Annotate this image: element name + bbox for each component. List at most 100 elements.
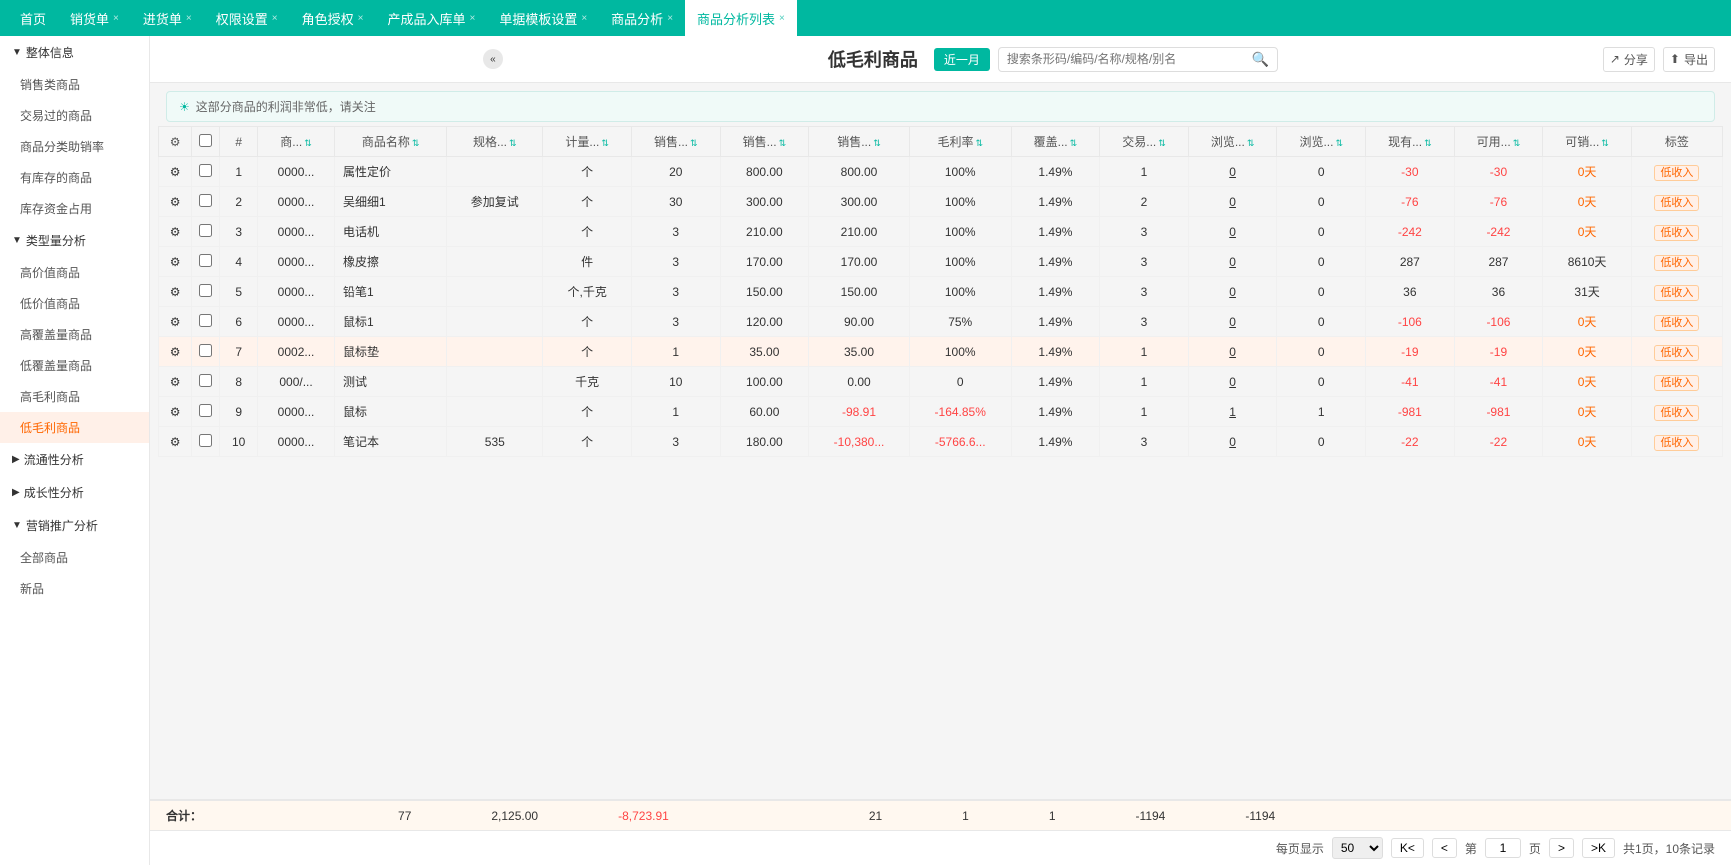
sidebar-section-type-analysis[interactable]: ▼ 类型量分析	[0, 224, 149, 257]
cell-settings[interactable]: ⚙	[159, 337, 192, 367]
per-page-select[interactable]: 50 100	[1332, 837, 1383, 859]
col-sales-price[interactable]: 销售...⇅	[720, 127, 809, 157]
cell-browse1[interactable]: 0	[1188, 157, 1277, 187]
share-button[interactable]: ↗ 分享	[1603, 47, 1655, 72]
col-browse1[interactable]: 浏览...⇅	[1188, 127, 1277, 157]
browse1-link[interactable]: 0	[1229, 165, 1236, 179]
cell-checkbox[interactable]	[192, 187, 220, 217]
sidebar-section-circulation[interactable]: ▶ 流通性分析	[0, 443, 149, 476]
col-settings[interactable]: ⚙	[159, 127, 192, 157]
col-browse2[interactable]: 浏览...⇅	[1277, 127, 1366, 157]
col-sales-qty[interactable]: 销售...⇅	[631, 127, 720, 157]
row-checkbox[interactable]	[199, 254, 212, 267]
gear-icon[interactable]: ⚙	[170, 435, 181, 449]
nav-template-settings-close[interactable]: ×	[581, 13, 587, 24]
col-spec[interactable]: 规格...⇅	[447, 127, 543, 157]
browse1-link[interactable]: 0	[1229, 435, 1236, 449]
gear-icon[interactable]: ⚙	[170, 315, 181, 329]
browse1-link[interactable]: 0	[1229, 345, 1236, 359]
gear-icon[interactable]: ⚙	[170, 375, 181, 389]
nav-permissions-close[interactable]: ×	[272, 13, 278, 24]
nav-product-analysis[interactable]: 商品分析 ×	[599, 0, 685, 36]
nav-product-analysis-close[interactable]: ×	[667, 13, 673, 24]
page-number-input[interactable]	[1485, 838, 1521, 858]
col-name[interactable]: 商品名称⇅	[335, 127, 447, 157]
nav-sales[interactable]: 销货单 ×	[58, 0, 131, 36]
cell-browse1[interactable]: 0	[1188, 427, 1277, 457]
cell-settings[interactable]: ⚙	[159, 247, 192, 277]
search-input[interactable]	[1007, 52, 1252, 66]
col-sales-profit[interactable]: 销售...⇅	[809, 127, 910, 157]
last-page-button[interactable]: >K	[1582, 838, 1615, 858]
cell-checkbox[interactable]	[192, 367, 220, 397]
sidebar-item-high-margin[interactable]: 高毛利商品	[0, 381, 149, 412]
sidebar-section-marketing[interactable]: ▼ 营销推广分析	[0, 509, 149, 542]
cell-checkbox[interactable]	[192, 217, 220, 247]
browse1-link[interactable]: 0	[1229, 195, 1236, 209]
browse1-link[interactable]: 0	[1229, 285, 1236, 299]
cell-settings[interactable]: ⚙	[159, 397, 192, 427]
sidebar-item-stock-capital[interactable]: 库存资金占用	[0, 193, 149, 224]
row-checkbox[interactable]	[199, 434, 212, 447]
row-checkbox[interactable]	[199, 164, 212, 177]
browse1-link[interactable]: 0	[1229, 315, 1236, 329]
search-box[interactable]: 🔍	[998, 47, 1278, 72]
cell-browse1[interactable]: 0	[1188, 277, 1277, 307]
cell-checkbox[interactable]	[192, 247, 220, 277]
row-checkbox[interactable]	[199, 224, 212, 237]
gear-icon[interactable]: ⚙	[170, 405, 181, 419]
cell-checkbox[interactable]	[192, 427, 220, 457]
sidebar-section-growth[interactable]: ▶ 成长性分析	[0, 476, 149, 509]
sidebar-item-high-value[interactable]: 高价值商品	[0, 257, 149, 288]
cell-browse1[interactable]: 0	[1188, 247, 1277, 277]
row-checkbox[interactable]	[199, 314, 212, 327]
gear-icon[interactable]: ⚙	[170, 165, 181, 179]
nav-sales-close[interactable]: ×	[113, 13, 119, 24]
nav-product-analysis-list[interactable]: 商品分析列表 ×	[685, 0, 797, 36]
cell-checkbox[interactable]	[192, 157, 220, 187]
sidebar-item-new-products[interactable]: 新品	[0, 573, 149, 604]
cell-settings[interactable]: ⚙	[159, 277, 192, 307]
nav-product-stock-close[interactable]: ×	[469, 13, 475, 24]
search-icon[interactable]: 🔍	[1251, 51, 1268, 68]
row-checkbox[interactable]	[199, 344, 212, 357]
cell-checkbox[interactable]	[192, 337, 220, 367]
nav-home[interactable]: 首页	[8, 0, 58, 36]
cell-browse1[interactable]: 0	[1188, 307, 1277, 337]
sidebar-item-category-assist-rate[interactable]: 商品分类助销率	[0, 131, 149, 162]
sidebar-section-general-info[interactable]: ▼ 整体信息	[0, 36, 149, 69]
cell-browse1[interactable]: 0	[1188, 187, 1277, 217]
col-unit[interactable]: 计量...⇅	[543, 127, 632, 157]
cell-settings[interactable]: ⚙	[159, 427, 192, 457]
sidebar-item-traded-products[interactable]: 交易过的商品	[0, 100, 149, 131]
gear-icon[interactable]: ⚙	[170, 345, 181, 359]
cell-browse1[interactable]: 1	[1188, 397, 1277, 427]
cell-settings[interactable]: ⚙	[159, 157, 192, 187]
nav-roles-close[interactable]: ×	[358, 13, 364, 24]
sidebar-item-all-products[interactable]: 全部商品	[0, 542, 149, 573]
nav-purchase[interactable]: 进货单 ×	[131, 0, 204, 36]
col-saleable[interactable]: 可销...⇅	[1543, 127, 1632, 157]
sidebar-item-low-value[interactable]: 低价值商品	[0, 288, 149, 319]
gear-icon[interactable]: ⚙	[170, 285, 181, 299]
cell-browse1[interactable]: 0	[1188, 367, 1277, 397]
prev-page-button[interactable]: <	[1432, 838, 1457, 858]
col-cover-rate[interactable]: 覆盖...⇅	[1011, 127, 1100, 157]
nav-product-stock[interactable]: 产成品入库单 ×	[375, 0, 487, 36]
nav-product-analysis-list-close[interactable]: ×	[779, 13, 785, 24]
nav-purchase-close[interactable]: ×	[186, 13, 192, 24]
col-trade-count[interactable]: 交易...⇅	[1100, 127, 1189, 157]
row-checkbox[interactable]	[199, 374, 212, 387]
col-gross-rate[interactable]: 毛利率⇅	[909, 127, 1011, 157]
select-all-checkbox[interactable]	[199, 134, 212, 147]
cell-browse1[interactable]: 0	[1188, 217, 1277, 247]
col-code[interactable]: 商...⇅	[258, 127, 335, 157]
nav-permissions[interactable]: 权限设置 ×	[204, 0, 290, 36]
cell-settings[interactable]: ⚙	[159, 187, 192, 217]
cell-settings[interactable]: ⚙	[159, 307, 192, 337]
cell-browse1[interactable]: 0	[1188, 337, 1277, 367]
nav-template-settings[interactable]: 单据模板设置 ×	[487, 0, 599, 36]
sidebar-item-low-coverage[interactable]: 低覆盖量商品	[0, 350, 149, 381]
col-available[interactable]: 可用...⇅	[1454, 127, 1543, 157]
row-checkbox[interactable]	[199, 284, 212, 297]
